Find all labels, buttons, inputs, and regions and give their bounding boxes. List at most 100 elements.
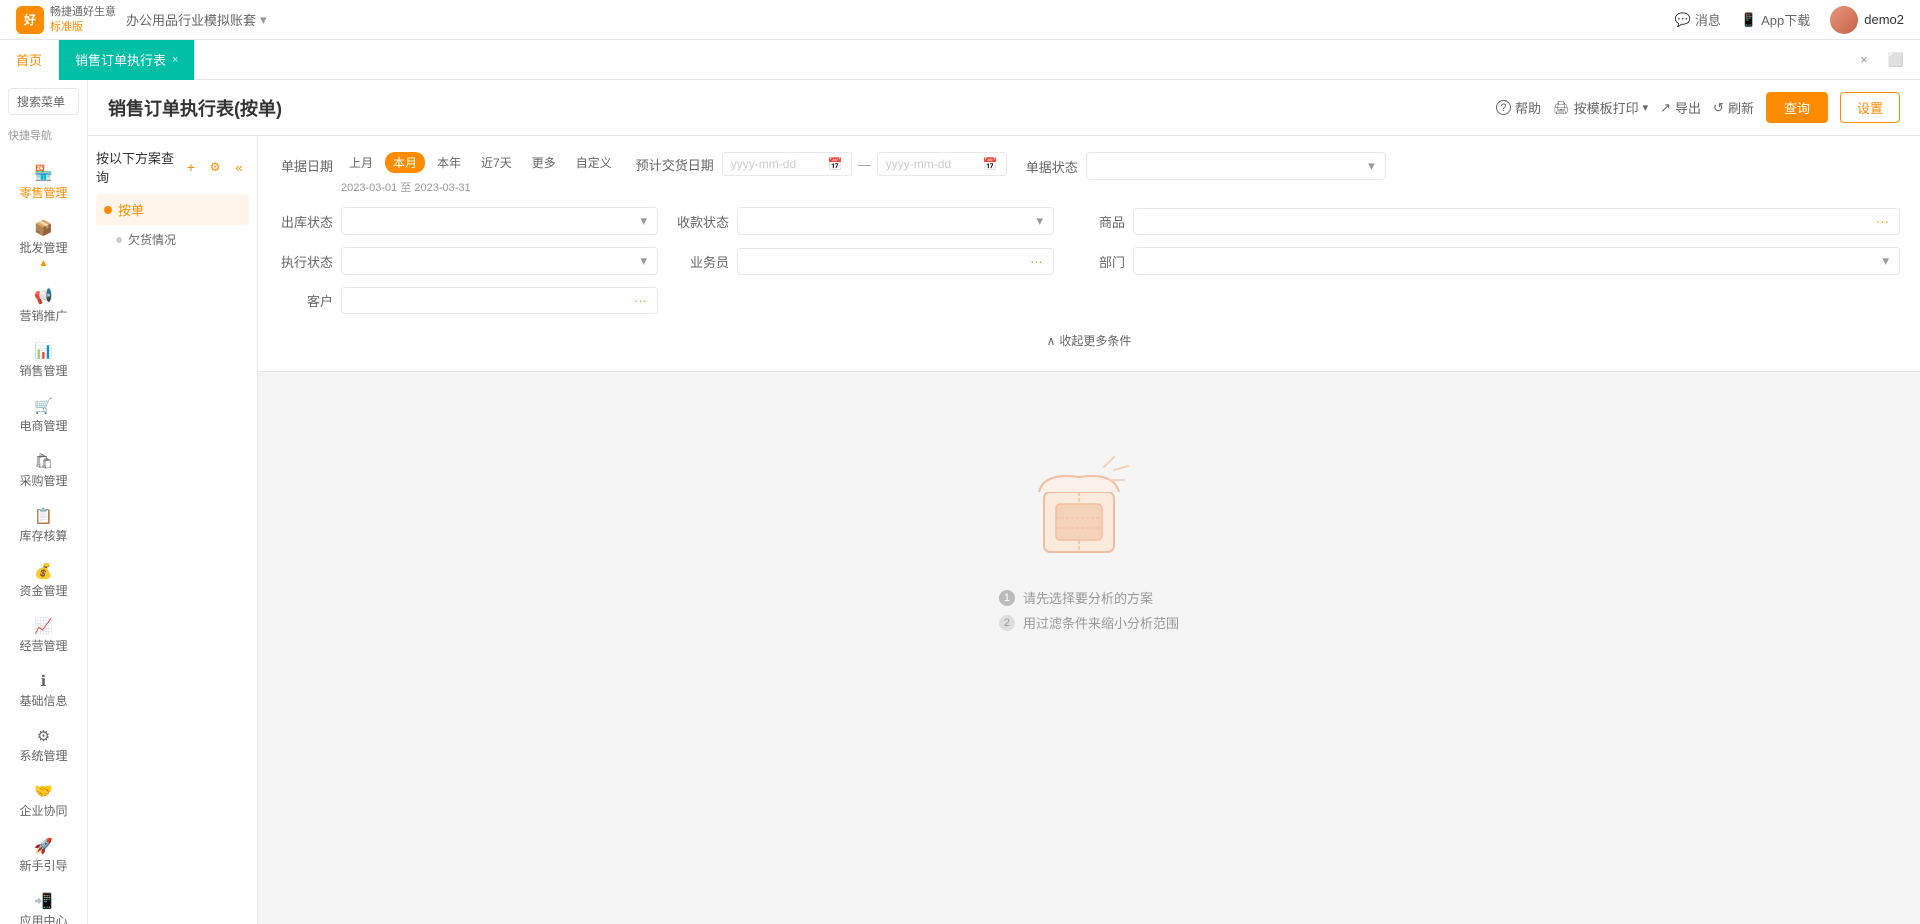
tab-bar-actions: × ⬜ [1840,48,1920,72]
filter-sidebar: 按以下方案查询 + ⚙ « 按单 欠货情况 [88,136,258,924]
logo-icon: 好 [16,6,44,34]
empty-state: 请先选择要分析的方案 用过滤条件来缩小分析范围 [258,372,1920,718]
user-area[interactable]: demo2 [1830,6,1904,34]
customer-input[interactable]: ··· [341,287,658,314]
sidebar-item-purchase[interactable]: 🛍 采购管理 [4,444,83,497]
outbound-chevron-icon: ▾ [640,213,647,229]
outbound-select[interactable]: ▾ [341,207,658,235]
export-icon: ↗ [1660,100,1671,116]
tab-close-icon[interactable]: × [172,54,178,66]
print-button[interactable]: 🖨 按模板打印 ▾ [1553,98,1648,117]
exec-select[interactable]: ▾ [341,247,658,275]
inventory-icon: 📋 [34,507,53,525]
main-content: 单据日期 上月 本月 本年 近7天 更多 自定义 20 [258,136,1920,924]
date-tag-current-month[interactable]: 本月 [385,152,425,173]
filter-sidebar-title: 按以下方案查询 [96,148,181,186]
sidebar-item-finance[interactable]: 💰 资金管理 [4,554,83,607]
expected-date-end-input[interactable]: yyyy-mm-dd 📅 [877,152,1007,176]
date-tag-current-year[interactable]: 本年 [429,152,469,173]
sidebar-item-sales[interactable]: 📊 销售管理 [4,334,83,387]
sidebar-item-basic[interactable]: ℹ 基础信息 [4,664,83,717]
customer-more-icon: ··· [634,293,647,308]
tab-home[interactable]: 首页 [0,40,59,80]
basic-icon: ℹ [41,672,47,690]
exec-chevron-icon: ▾ [640,253,647,269]
print-icon: 🖨 [1553,100,1570,116]
main-layout: 搜索菜单 快捷导航 🏪 零售管理 📦 批发管理 ▲ 📢 营销推广 📊 销售管理 … [0,80,1920,924]
sidebar-item-retail[interactable]: 🏪 零售管理 [4,156,83,209]
exec-label: 执行状态 [278,252,333,271]
sidebar-item-appstore[interactable]: 📲 应用中心 [4,884,83,924]
add-filter-button[interactable]: + [181,157,201,177]
query-button[interactable]: 查询 [1766,92,1828,123]
maximize-icon: ⬜ [1888,52,1904,68]
sidebar-item-enterprise[interactable]: 🤝 企业协同 [4,774,83,827]
message-button[interactable]: 💬 消息 [1675,10,1721,29]
salesperson-input[interactable]: ··· [737,248,1054,275]
filter-dot-icon [104,206,112,214]
settings-button[interactable]: 设置 [1840,92,1900,123]
sidebar-item-operations[interactable]: 📈 经营管理 [4,609,83,662]
collapse-filter-button[interactable]: « [229,157,249,177]
settings-filter-button[interactable]: ⚙ [205,157,225,177]
app-download-button[interactable]: 📱 App下载 [1741,10,1810,29]
system-icon: ⚙ [37,727,50,745]
payment-select[interactable]: ▾ [737,207,1054,235]
filter-sidebar-header: 按以下方案查询 + ⚙ « [96,148,249,186]
breadcrumb-chevron-icon[interactable]: ▾ [260,12,267,28]
content-area: 销售订单执行表(按单) ? 帮助 🖨 按模板打印 ▾ ↗ 导出 ↺ 刷新 [88,80,1920,924]
filter-item-byorder[interactable]: 按单 [96,194,249,225]
help-icon: ? [1496,100,1511,115]
search-menu-button[interactable]: 搜索菜单 [8,88,79,115]
salesperson-label: 业务员 [674,252,729,271]
status-select[interactable]: ▾ [1086,152,1386,180]
filter-item-arrears[interactable]: 欠货情况 [96,225,249,254]
dept-chevron-icon: ▾ [1882,253,1889,269]
filter-payment-block: 收款状态 ▾ [674,207,1054,235]
sidebar-item-system[interactable]: ⚙ 系统管理 [4,719,83,772]
tab-sales-exec[interactable]: 销售订单执行表 × [59,40,195,80]
print-chevron-icon: ▾ [1643,101,1649,114]
help-button[interactable]: ? 帮助 [1496,98,1541,117]
breadcrumb: 办公用品行业模拟账套 ▾ [126,10,267,29]
date-tag-last-7days[interactable]: 近7天 [473,152,520,173]
expected-date-label: 预计交货日期 [636,155,714,174]
refresh-button[interactable]: ↺ 刷新 [1713,98,1754,117]
filter-row-1: 单据日期 上月 本月 本年 近7天 更多 自定义 20 [278,152,1900,195]
sidebar-item-inventory[interactable]: 📋 库存核算 [4,499,83,552]
avatar [1830,6,1858,34]
goods-input[interactable]: ··· [1133,208,1900,235]
filter-status-block: 单据状态 ▾ [1023,152,1900,180]
finance-icon: 💰 [34,562,53,580]
filter-exec-block: 执行状态 ▾ [278,247,658,275]
payment-label: 收款状态 [674,212,729,231]
enterprise-icon: 🤝 [34,782,53,800]
page-header: 销售订单执行表(按单) ? 帮助 🖨 按模板打印 ▾ ↗ 导出 ↺ 刷新 [88,80,1920,136]
date-tag-more[interactable]: 更多 [524,152,564,173]
sidebar-item-wholesale[interactable]: 📦 批发管理 ▲ [4,211,83,277]
sidebar-item-newbie[interactable]: 🚀 新手引导 [4,829,83,882]
export-button[interactable]: ↗ 导出 [1660,98,1701,117]
date-tag-custom[interactable]: 自定义 [568,152,620,173]
date-tag-last-month[interactable]: 上月 [341,152,381,173]
operations-icon: 📈 [34,617,53,635]
user-name: demo2 [1864,12,1904,27]
close-window-button[interactable]: × [1852,48,1876,72]
arrears-dot-icon [116,237,122,243]
sidebar-item-marketing[interactable]: 📢 营销推广 [4,279,83,332]
expected-date-start-input[interactable]: yyyy-mm-dd 📅 [722,152,852,176]
goods-more-icon: ··· [1876,214,1889,229]
maximize-window-button[interactable]: ⬜ [1884,48,1908,72]
logo-text: 畅捷通好生意 标准版 [50,5,116,34]
filter-expected-date-block: 预计交货日期 yyyy-mm-dd 📅 — yyyy-mm-dd 📅 [636,152,1007,176]
quick-nav-label: 快捷导航 [0,123,87,147]
top-bar-left: 好 畅捷通好生意 标准版 办公用品行业模拟账套 ▾ [16,5,267,34]
filter-row-2: 出库状态 ▾ 收款状态 ▾ [278,207,1900,235]
filter-customer-block: 客户 ··· [278,287,658,314]
outbound-label: 出库状态 [278,212,333,231]
empty-illustration [1024,452,1154,572]
date-label: 单据日期 [278,152,333,175]
sidebar-item-ecommerce[interactable]: 🛒 电商管理 [4,389,83,442]
dept-select[interactable]: ▾ [1133,247,1900,275]
collapse-bar[interactable]: ∧ 收起更多条件 [278,326,1900,355]
